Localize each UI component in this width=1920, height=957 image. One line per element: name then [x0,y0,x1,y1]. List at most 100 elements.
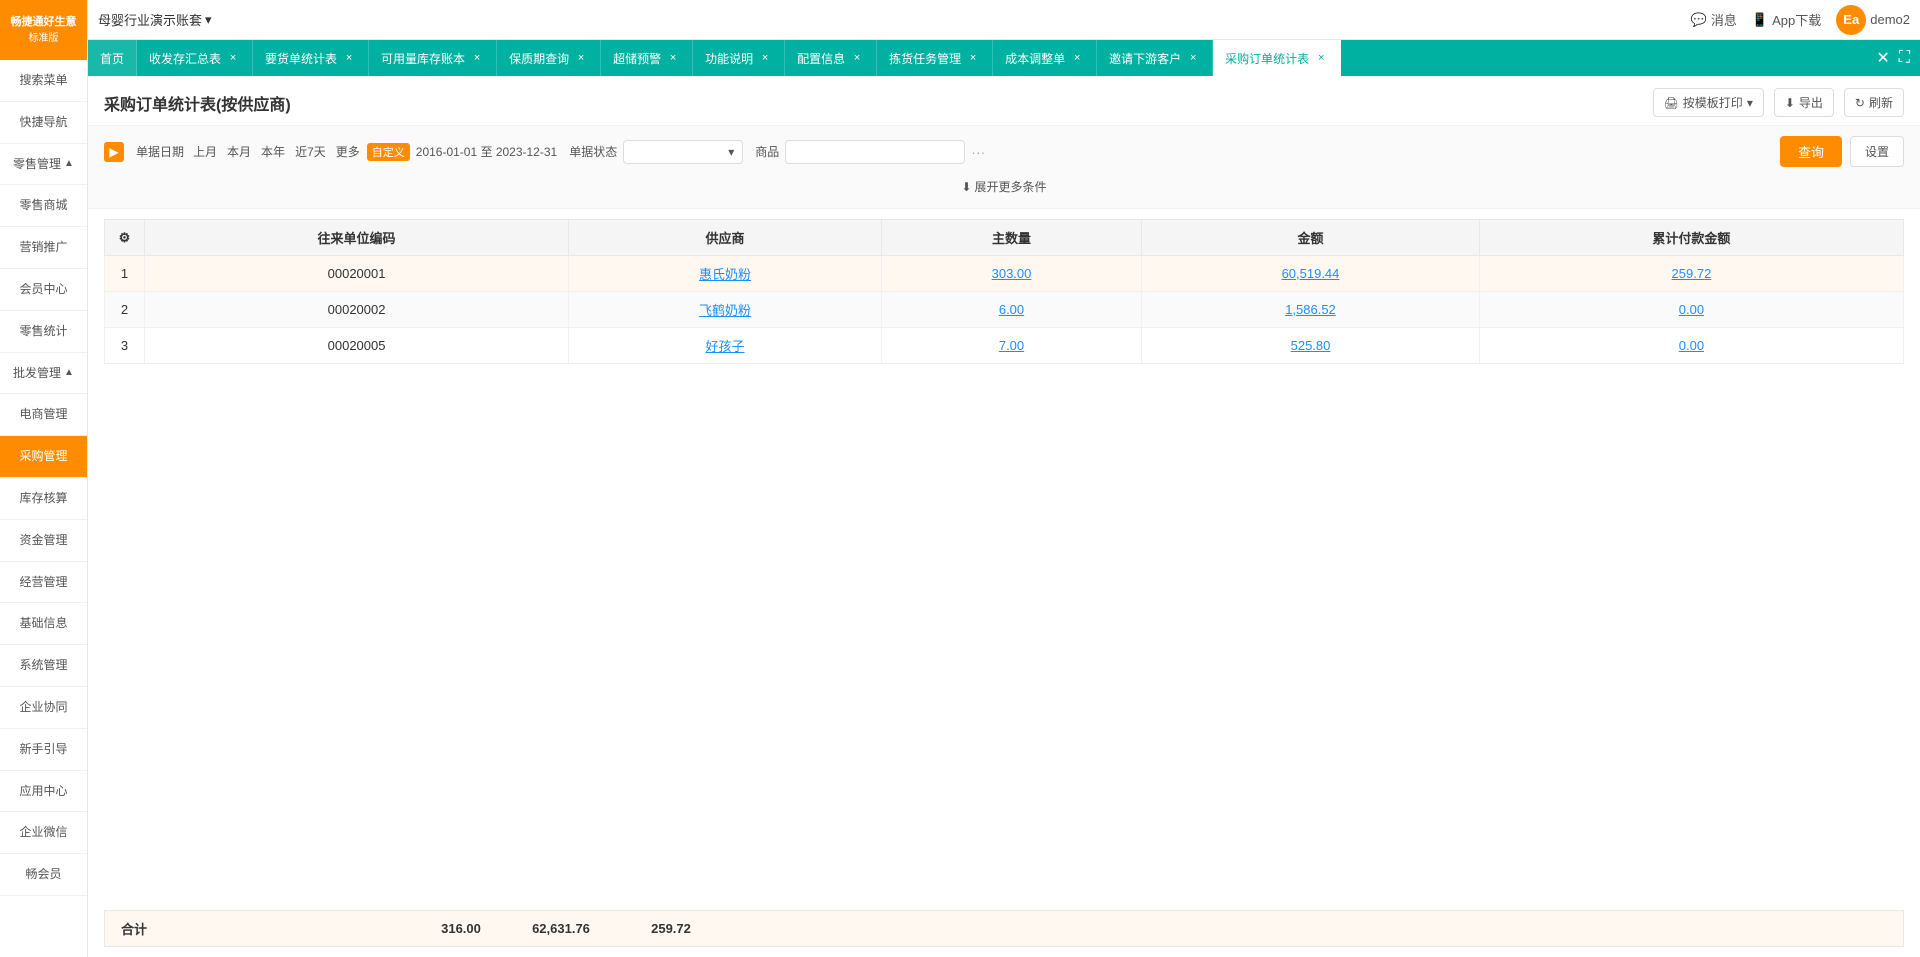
sidebar-item-1[interactable]: 快捷导航 [0,102,87,144]
qty-link[interactable]: 6.00 [999,302,1024,317]
sidebar-item-14[interactable]: 系统管理 [0,645,87,687]
query-button[interactable]: 查询 [1780,136,1842,167]
date-filter-group: 单据日期 上月 本月 本年 近7天 更多 自定义 2016-01-01 至 20… [136,142,557,161]
nav-tab-10[interactable]: 邀请下游客户× [1097,40,1213,76]
print-icon: 🖨 [1664,96,1679,110]
shortcut-this-year[interactable]: 本年 [258,142,288,161]
sidebar-item-10[interactable]: 库存核算 [0,478,87,520]
refresh-button[interactable]: ↻ 刷新 [1844,88,1904,117]
sidebar-item-16[interactable]: 新手引导 [0,729,87,771]
sidebar-item-3[interactable]: 零售商城 [0,185,87,227]
supplier-link[interactable]: 好孩子 [705,339,744,354]
tab-close-2[interactable]: × [342,51,356,65]
filter-toggle-button[interactable]: ▶ [104,142,124,162]
maximize-icon[interactable]: ⛶ [1897,47,1912,69]
tab-label-0: 首页 [100,50,124,67]
user-profile[interactable]: Ea demo2 [1836,5,1910,35]
status-select-arrow: ▾ [728,145,734,159]
status-select[interactable]: ▾ [623,140,743,164]
nav-tab-0[interactable]: 首页 [88,40,137,76]
shortcut-this-month[interactable]: 本月 [224,142,254,161]
shortcut-more[interactable]: 更多 [333,142,363,161]
tab-close-1[interactable]: × [226,51,240,65]
supplier-link[interactable]: 飞鹤奶粉 [699,303,751,318]
nav-tab-1[interactable]: 收发存汇总表 × [137,40,253,76]
paid-link[interactable]: 0.00 [1679,302,1704,317]
goods-input[interactable] [785,140,965,164]
sidebar-item-15[interactable]: 企业协同 [0,687,87,729]
qty-link[interactable]: 7.00 [999,338,1024,353]
tab-close-3[interactable]: × [470,51,484,65]
user-name: demo2 [1870,12,1910,27]
sidebar-item-19[interactable]: 畅会员 [0,854,87,896]
topbar-right: 💬 消息 📱 App下载 Ea demo2 [1691,5,1910,35]
paid-link[interactable]: 0.00 [1679,338,1704,353]
sidebar-item-13[interactable]: 基础信息 [0,603,87,645]
expand-more-button[interactable]: ⬇ 展开更多条件 [953,175,1054,198]
sidebar-item-7[interactable]: 批发管理 ▲ [0,353,87,395]
expand-more-row: ⬇ 展开更多条件 [104,175,1904,198]
amount-link[interactable]: 525.80 [1291,338,1331,353]
filter-area: ▶ 单据日期 上月 本月 本年 近7天 更多 自定义 2016-01-01 至 … [88,126,1920,209]
qty-link[interactable]: 303.00 [992,266,1032,281]
sidebar-item-5[interactable]: 会员中心 [0,269,87,311]
nav-tab-11[interactable]: 采购订单统计表× [1213,40,1341,76]
logo-text: 畅捷通好生意 [11,16,77,29]
sidebar-item-2[interactable]: 零售管理 ▲ [0,144,87,186]
tab-close-6[interactable]: × [758,51,772,65]
sidebar-item-17[interactable]: 应用中心 [0,771,87,813]
sidebar-item-6[interactable]: 零售统计 [0,311,87,353]
table-container: ⚙ 往来单位编码 供应商 主数量 金额 累计付款金额 100020001惠氏奶粉… [88,209,1920,910]
app-download-label: App下载 [1772,10,1821,29]
export-button[interactable]: ⬇ 导出 [1774,88,1834,117]
tab-close-11[interactable]: × [1314,51,1328,65]
amount-link[interactable]: 60,519.44 [1282,266,1340,281]
sidebar-item-8[interactable]: 电商管理 [0,394,87,436]
tab-label-8: 拣货任务管理 [889,50,961,67]
template-print-button[interactable]: 🖨 按模板打印 ▾ [1653,88,1764,117]
sidebar-item-0[interactable]: 搜索菜单 [0,60,87,102]
paid-link[interactable]: 259.72 [1672,266,1712,281]
sidebar-item-4[interactable]: 营销推广 [0,227,87,269]
nav-tab-9[interactable]: 成本调整单× [993,40,1097,76]
tab-close-8[interactable]: × [966,51,980,65]
app-download-btn[interactable]: 📱 App下载 [1752,10,1821,29]
row-paid: 0.00 [1479,292,1903,328]
row-amount: 60,519.44 [1142,256,1480,292]
nav-tab-3[interactable]: 可用量库存账本× [369,40,497,76]
sidebar-item-11[interactable]: 资金管理 [0,520,87,562]
nav-tab-2[interactable]: 要货单统计表× [253,40,369,76]
status-label: 单据状态 [569,143,617,160]
tab-close-5[interactable]: × [666,51,680,65]
tab-close-9[interactable]: × [1070,51,1084,65]
shortcut-last-month[interactable]: 上月 [190,142,220,161]
date-custom-badge[interactable]: 自定义 [367,143,410,161]
sidebar-item-9[interactable]: 采购管理 [0,436,87,478]
goods-more-icon[interactable]: ··· [971,144,985,160]
nav-tab-8[interactable]: 拣货任务管理 × [877,40,993,76]
workspace-selector[interactable]: 母婴行业演示账套 ▾ [98,10,212,29]
col-settings[interactable]: ⚙ [105,220,145,256]
shortcut-7days[interactable]: 近7天 [292,142,329,161]
tab-close-10[interactable]: × [1186,51,1200,65]
tab-close-7[interactable]: × [850,51,864,65]
supplier-link[interactable]: 惠氏奶粉 [699,267,751,282]
close-tab-icon[interactable]: ✕ [1874,46,1891,70]
message-btn[interactable]: 💬 消息 [1691,10,1737,29]
row-code: 00020001 [145,256,569,292]
tab-close-4[interactable]: × [574,51,588,65]
nav-tab-7[interactable]: 配置信息× [785,40,877,76]
nav-tab-5[interactable]: 超储预警× [601,40,693,76]
avatar: Ea [1836,5,1866,35]
row-qty: 7.00 [881,328,1141,364]
settings-button[interactable]: 设置 [1850,136,1904,167]
nav-tab-6[interactable]: 功能说明× [693,40,785,76]
amount-link[interactable]: 1,586.52 [1285,302,1336,317]
workspace-dropdown-icon: ▾ [205,12,212,28]
sidebar-item-18[interactable]: 企业微信 [0,812,87,854]
nav-tab-4[interactable]: 保质期查询× [497,40,601,76]
goods-filter-group: 商品 ··· [755,140,985,164]
tab-label-1: 收发存汇总表 [149,50,221,67]
row-num: 2 [105,292,145,328]
sidebar-item-12[interactable]: 经营管理 [0,562,87,604]
